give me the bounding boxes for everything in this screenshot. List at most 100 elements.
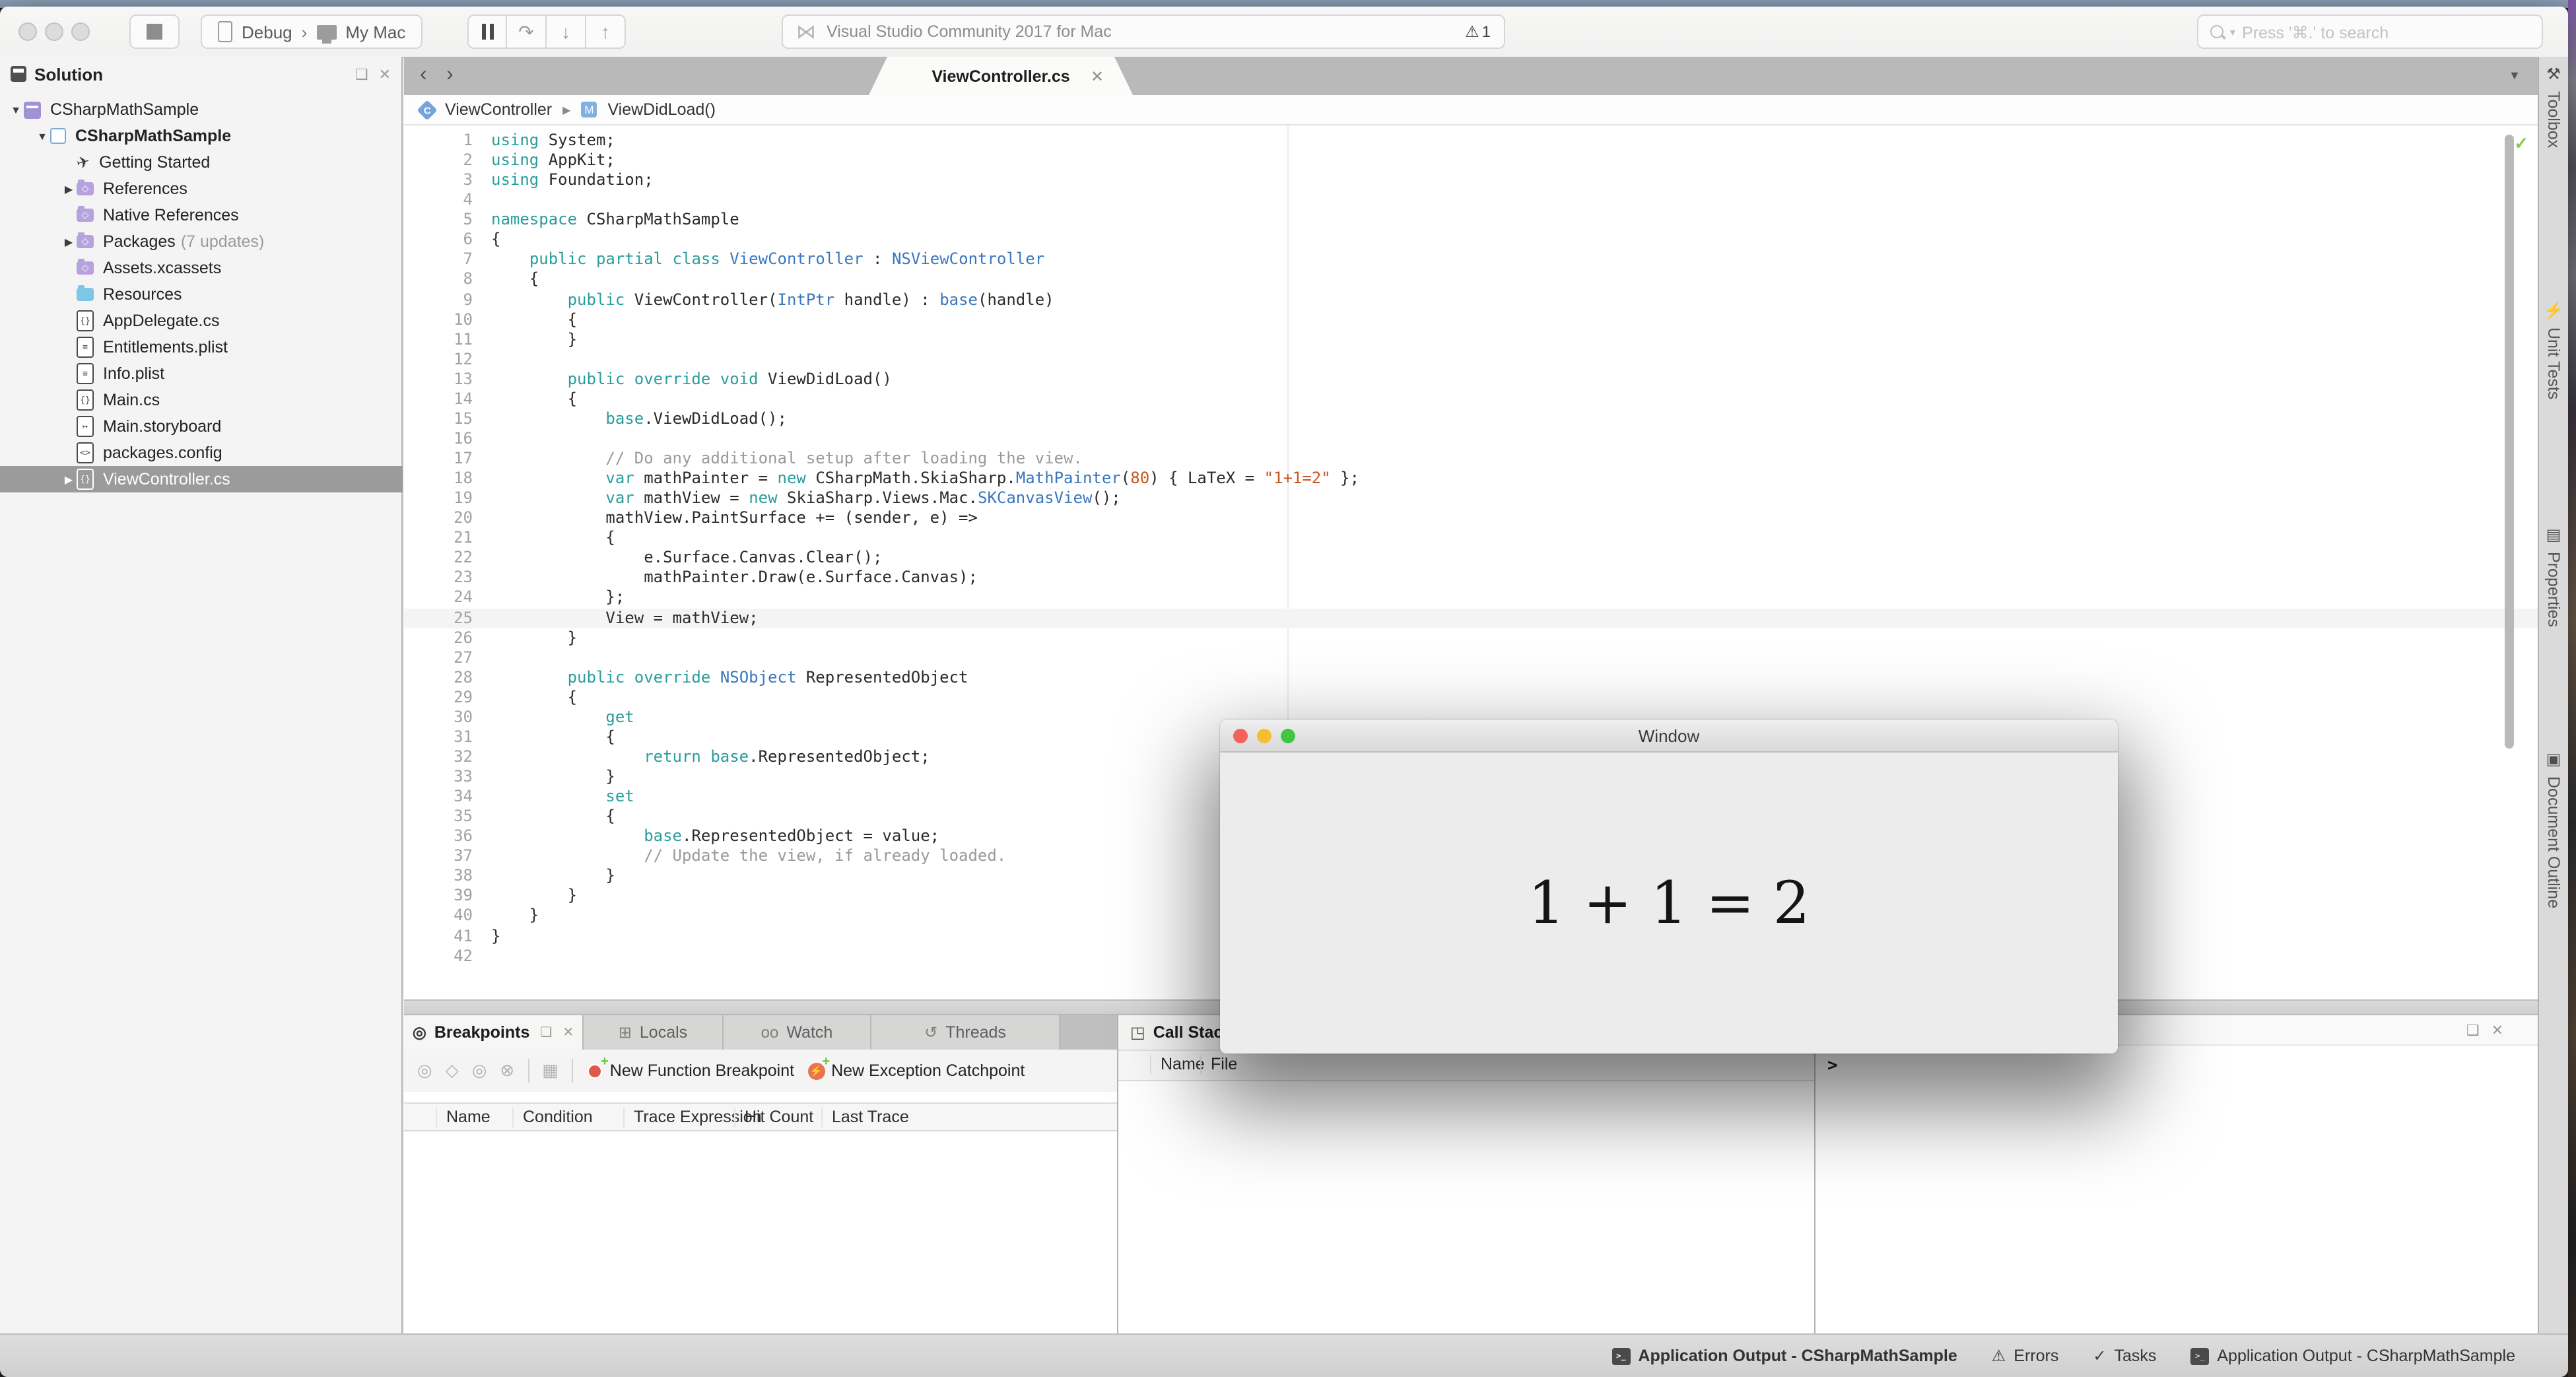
sample-close-button[interactable]	[1233, 728, 1248, 743]
tab-breakpoints[interactable]: ◎ Breakpoints ❑ ✕	[404, 1015, 584, 1050]
close-panel-icon[interactable]: ✕	[2491, 1021, 2503, 1038]
sample-zoom-button[interactable]	[1281, 728, 1295, 743]
expander-icon[interactable]: ▼	[8, 104, 24, 116]
code-line-26[interactable]: 26 }	[404, 628, 2538, 648]
expander-icon[interactable]: ▶	[61, 473, 77, 485]
new-exception-catchpoint-button[interactable]: ⚡ New Exception Catchpoint	[807, 1054, 1025, 1080]
breadcrumb-item[interactable]: ViewController	[445, 100, 552, 119]
navigate-back-button[interactable]: ‹	[420, 62, 427, 88]
tree-item-viewcontroller-cs[interactable]: ▶{} ViewController.cs	[0, 466, 403, 492]
code-line-7[interactable]: 7 public partial class ViewController : …	[404, 250, 2538, 270]
code-line-23[interactable]: 23 mathPainter.Draw(e.Surface.Canvas);	[404, 568, 2538, 588]
tab-threads[interactable]: ↺ Threads	[871, 1015, 1060, 1050]
tree-item-references[interactable]: ▶ ◇ References	[0, 176, 403, 202]
tree-item-assets-xcassets[interactable]: ◇ Assets.xcassets	[0, 255, 403, 281]
immediate-prompt[interactable]: >	[1827, 1056, 1838, 1076]
warning-badge[interactable]: ⚠ 1	[1465, 22, 1491, 41]
window-zoom-button[interactable]	[71, 22, 90, 41]
code-line-11[interactable]: 11 }	[404, 329, 2538, 349]
breadcrumb-item[interactable]: ViewDidLoad()	[607, 100, 716, 119]
code-line-3[interactable]: 3 using Foundation;	[404, 170, 2538, 190]
status-item-application-output-csharpmathsample[interactable]: >_ Application Output - CSharpMathSample	[1611, 1347, 1957, 1365]
close-panel-icon[interactable]: ✕	[379, 65, 391, 83]
breakpoint-properties-icon[interactable]: ▦	[542, 1060, 559, 1081]
code-line-14[interactable]: 14 {	[404, 389, 2538, 409]
run-configuration-selector[interactable]: Debug › My Mac	[201, 15, 423, 49]
code-line-6[interactable]: 6{	[404, 230, 2538, 250]
expander-icon[interactable]: ▶	[61, 183, 77, 195]
expander-icon[interactable]: ▼	[34, 130, 50, 142]
status-item-errors[interactable]: ⚠ Errors	[1992, 1347, 2059, 1365]
tree-item-getting-started[interactable]: ✈ Getting Started	[0, 149, 403, 176]
code-line-15[interactable]: 15 base.ViewDidLoad();	[404, 409, 2538, 429]
tree-item-csharpmathsample[interactable]: ▼ CSharpMathSample	[0, 123, 403, 149]
editor-tab[interactable]: ViewController.cs ✕	[869, 57, 1133, 95]
side-tab-unit-tests[interactable]: ⚡ Unit Tests	[2539, 301, 2568, 399]
column-header-name[interactable]: Name	[1150, 1055, 1205, 1075]
code-line-12[interactable]: 12	[404, 349, 2538, 369]
pause-button[interactable]	[467, 15, 507, 49]
tree-item-resources[interactable]: Resources	[0, 281, 403, 308]
sample-window-titlebar[interactable]: Window	[1220, 720, 2118, 753]
close-tab-icon[interactable]: ✕	[1091, 67, 1104, 85]
step-over-button[interactable]: ↷	[507, 15, 547, 49]
tree-item-main-storyboard[interactable]: ↦ Main.storyboard	[0, 413, 403, 440]
tree-item-entitlements-plist[interactable]: ≡ Entitlements.plist	[0, 334, 403, 360]
tab-list-dropdown-icon[interactable]: ▼	[2509, 69, 2521, 82]
stop-button[interactable]	[129, 15, 180, 49]
code-line-16[interactable]: 16	[404, 429, 2538, 449]
tree-item-native-references[interactable]: ◇ Native References	[0, 202, 403, 228]
code-line-1[interactable]: 1 using System;	[404, 131, 2538, 151]
expander-icon[interactable]: ▶	[61, 236, 77, 248]
code-line-20[interactable]: 20 mathView.PaintSurface += (sender, e) …	[404, 508, 2538, 528]
new-function-breakpoint-button[interactable]: New Function Breakpoint	[586, 1054, 794, 1080]
code-line-27[interactable]: 27	[404, 648, 2538, 667]
code-line-18[interactable]: 18 var mathPainter = new CSharpMath.Skia…	[404, 469, 2538, 488]
dock-panel-icon[interactable]: ❑	[540, 1025, 552, 1040]
column-header-last-trace[interactable]: Last Trace	[821, 1108, 909, 1127]
step-into-button[interactable]: ↓	[547, 15, 586, 49]
remove-breakpoint-icon[interactable]: ⊗	[500, 1060, 514, 1081]
code-line-4[interactable]: 4	[404, 190, 2538, 210]
tree-item-csharpmathsample[interactable]: ▼ CSharpMathSample	[0, 96, 403, 123]
status-item-tasks[interactable]: ✓ Tasks	[2093, 1347, 2156, 1365]
tree-item-main-cs[interactable]: {} Main.cs	[0, 387, 403, 413]
column-header-condition[interactable]: Condition	[512, 1108, 593, 1127]
global-search-input[interactable]: ▾ Press '⌘.' to search	[2197, 15, 2543, 49]
breakpoint-icon[interactable]: ◎	[417, 1060, 432, 1081]
code-line-22[interactable]: 22 e.Surface.Canvas.Clear();	[404, 549, 2538, 568]
sample-app-window[interactable]: Window 1 + 1 = 2	[1220, 720, 2118, 1054]
column-header-name[interactable]: Name	[436, 1108, 491, 1127]
column-header-hit-count[interactable]: Hit Count	[734, 1108, 813, 1127]
close-panel-icon[interactable]: ✕	[562, 1025, 574, 1040]
code-line-29[interactable]: 29 {	[404, 688, 2538, 708]
dock-panel-icon[interactable]: ❑	[2466, 1021, 2480, 1038]
tree-item-appdelegate-cs[interactable]: {} AppDelegate.cs	[0, 308, 403, 334]
side-tab-properties[interactable]: ▤ Properties	[2539, 525, 2568, 627]
code-line-13[interactable]: 13 public override void ViewDidLoad()	[404, 370, 2538, 389]
code-line-10[interactable]: 10 {	[404, 310, 2538, 329]
editor-scrollbar[interactable]	[2505, 135, 2514, 749]
side-tab-document-outline[interactable]: ▣ Document Outline	[2539, 750, 2568, 908]
code-line-17[interactable]: 17 // Do any additional setup after load…	[404, 449, 2538, 469]
status-item-application-output-csharpmathsample[interactable]: >_ Application Output - CSharpMathSample	[2190, 1347, 2515, 1365]
code-line-24[interactable]: 24 };	[404, 588, 2538, 608]
tree-item-packages[interactable]: ▶ ◇ Packages (7 updates)	[0, 228, 403, 255]
code-line-19[interactable]: 19 var mathView = new SkiaSharp.Views.Ma…	[404, 488, 2538, 508]
dock-panel-icon[interactable]: ❑	[355, 65, 368, 83]
code-line-9[interactable]: 9 public ViewController(IntPtr handle) :…	[404, 290, 2538, 310]
tree-item-packages-config[interactable]: <> packages.config	[0, 440, 403, 466]
code-line-2[interactable]: 2 using AppKit;	[404, 151, 2538, 170]
tab-locals[interactable]: ⊞ Locals	[584, 1015, 724, 1050]
breakpoint-rings-icon[interactable]: ◎	[472, 1060, 487, 1081]
code-line-28[interactable]: 28 public override NSObject RepresentedO…	[404, 667, 2538, 687]
code-line-21[interactable]: 21 {	[404, 529, 2538, 549]
window-minimize-button[interactable]	[45, 22, 63, 41]
navigate-forward-button[interactable]: ›	[446, 62, 454, 88]
code-line-5[interactable]: 5 namespace CSharpMathSample	[404, 211, 2538, 230]
tab-watch[interactable]: oo Watch	[724, 1015, 871, 1050]
step-out-button[interactable]: ↑	[586, 15, 626, 49]
sample-minimize-button[interactable]	[1257, 728, 1271, 743]
tree-item-info-plist[interactable]: ≡ Info.plist	[0, 360, 403, 387]
code-line-8[interactable]: 8 {	[404, 270, 2538, 290]
